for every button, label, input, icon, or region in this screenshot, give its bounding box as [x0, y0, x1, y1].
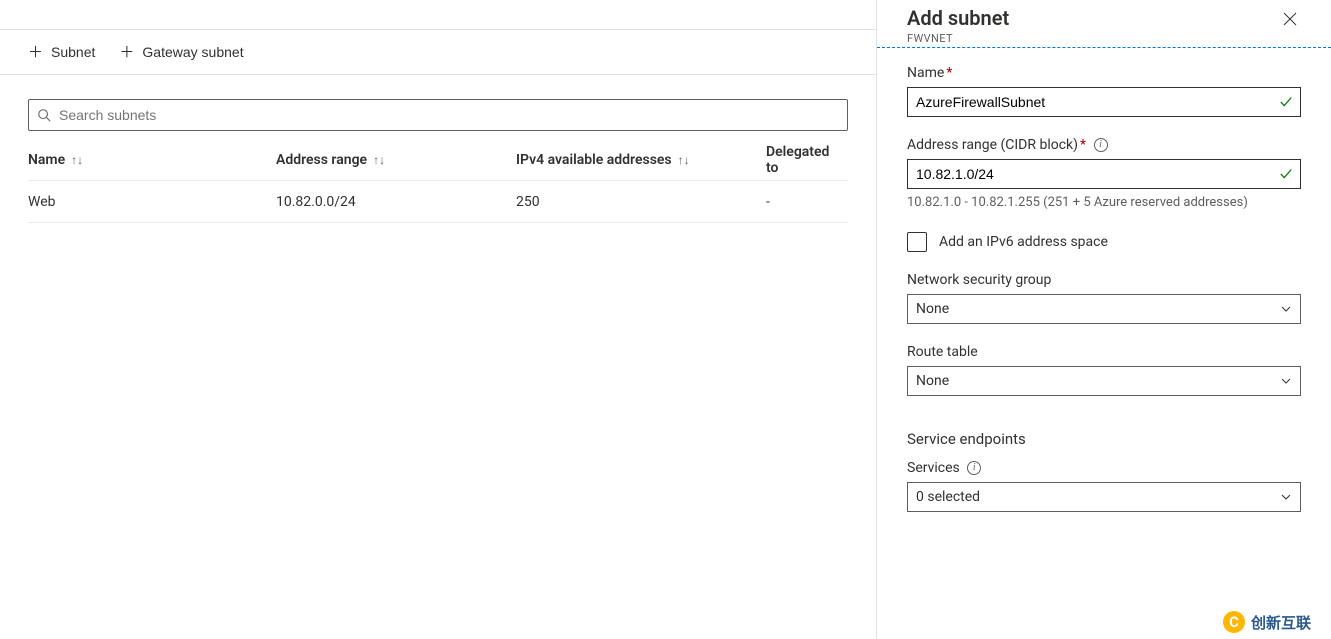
info-icon[interactable]: i: [1094, 138, 1108, 152]
add-subnet-button[interactable]: ＋ Subnet: [28, 44, 95, 60]
add-subnet-label: Subnet: [51, 44, 95, 60]
column-header-ipv4-label: IPv4 available addresses: [516, 152, 672, 168]
cidr-hint: 10.82.1.0 - 10.82.1.255 (251 + 5 Azure r…: [907, 195, 1301, 210]
cell-name: Web: [28, 194, 276, 210]
sort-icon: ↑↓: [678, 153, 690, 167]
column-header-range-label: Address range: [276, 152, 367, 168]
chevron-down-icon: [1280, 375, 1292, 387]
topbar-placeholder: [0, 0, 876, 30]
services-select[interactable]: 0 selected: [907, 482, 1301, 512]
name-label-text: Name: [907, 65, 944, 81]
route-table-select[interactable]: None: [907, 366, 1301, 396]
column-header-delegated-label: Delegated to: [766, 144, 836, 176]
route-select-value: None: [916, 373, 949, 389]
route-field-label: Route table: [907, 344, 1301, 360]
info-icon[interactable]: i: [967, 461, 981, 475]
service-endpoints-title: Service endpoints: [907, 430, 1301, 448]
panel-title: Add subnet: [907, 6, 1009, 30]
panel-divider: [877, 47, 1331, 48]
services-select-value: 0 selected: [916, 489, 980, 505]
add-gateway-subnet-button[interactable]: ＋ Gateway subnet: [119, 44, 243, 60]
ipv6-checkbox-row: Add an IPv6 address space: [907, 232, 1301, 252]
chevron-down-icon: [1280, 491, 1292, 503]
name-input[interactable]: [907, 87, 1301, 117]
cidr-field-label: Address range (CIDR block)* i: [907, 137, 1301, 153]
nsg-select-value: None: [916, 301, 949, 317]
add-subnet-panel: Add subnet FWVNET Name* Address: [876, 0, 1331, 639]
main-area: ＋ Subnet ＋ Gateway subnet Name ↑↓ Addres…: [0, 0, 876, 639]
cell-ipv4: 250: [516, 194, 766, 210]
search-box-container: [28, 99, 848, 131]
watermark-icon: C: [1223, 611, 1245, 633]
services-label-text: Services: [907, 460, 960, 476]
watermark: C 创新互联: [1223, 611, 1311, 633]
table-row[interactable]: Web 10.82.0.0/24 250 -: [28, 181, 848, 223]
sort-icon: ↑↓: [71, 153, 83, 167]
valid-check-icon: [1279, 167, 1293, 181]
ipv6-checkbox-label: Add an IPv6 address space: [939, 234, 1108, 250]
plus-icon: ＋: [119, 45, 134, 60]
column-header-name-label: Name: [28, 152, 65, 168]
column-header-range[interactable]: Address range ↑↓: [276, 152, 516, 168]
search-input[interactable]: [57, 106, 839, 124]
panel-subtitle: FWVNET: [907, 32, 1009, 45]
sort-icon: ↑↓: [373, 153, 385, 167]
nsg-field-label: Network security group: [907, 272, 1301, 288]
close-button[interactable]: [1279, 8, 1301, 30]
services-field-label: Services i: [907, 460, 1301, 476]
column-header-ipv4[interactable]: IPv4 available addresses ↑↓: [516, 152, 766, 168]
required-asterisk: *: [946, 65, 952, 81]
plus-icon: ＋: [28, 45, 43, 60]
required-asterisk: *: [1080, 137, 1086, 153]
close-icon: [1283, 12, 1297, 26]
watermark-text: 创新互联: [1251, 612, 1311, 633]
search-icon: [37, 108, 51, 122]
chevron-down-icon: [1280, 303, 1292, 315]
toolbar: ＋ Subnet ＋ Gateway subnet: [0, 30, 876, 75]
name-field-label: Name*: [907, 65, 1301, 81]
nsg-select[interactable]: None: [907, 294, 1301, 324]
cell-range: 10.82.0.0/24: [276, 194, 516, 210]
cidr-label-text: Address range (CIDR block): [907, 137, 1078, 153]
cidr-input[interactable]: [907, 159, 1301, 189]
valid-check-icon: [1279, 95, 1293, 109]
subnets-table: Name ↑↓ Address range ↑↓ IPv4 available …: [0, 139, 876, 223]
column-header-delegated[interactable]: Delegated to: [766, 144, 848, 176]
cell-delegated: -: [766, 194, 848, 210]
column-header-name[interactable]: Name ↑↓: [28, 152, 276, 168]
add-gateway-label: Gateway subnet: [142, 44, 243, 60]
ipv6-checkbox[interactable]: [907, 232, 927, 252]
table-header-row: Name ↑↓ Address range ↑↓ IPv4 available …: [28, 139, 848, 181]
